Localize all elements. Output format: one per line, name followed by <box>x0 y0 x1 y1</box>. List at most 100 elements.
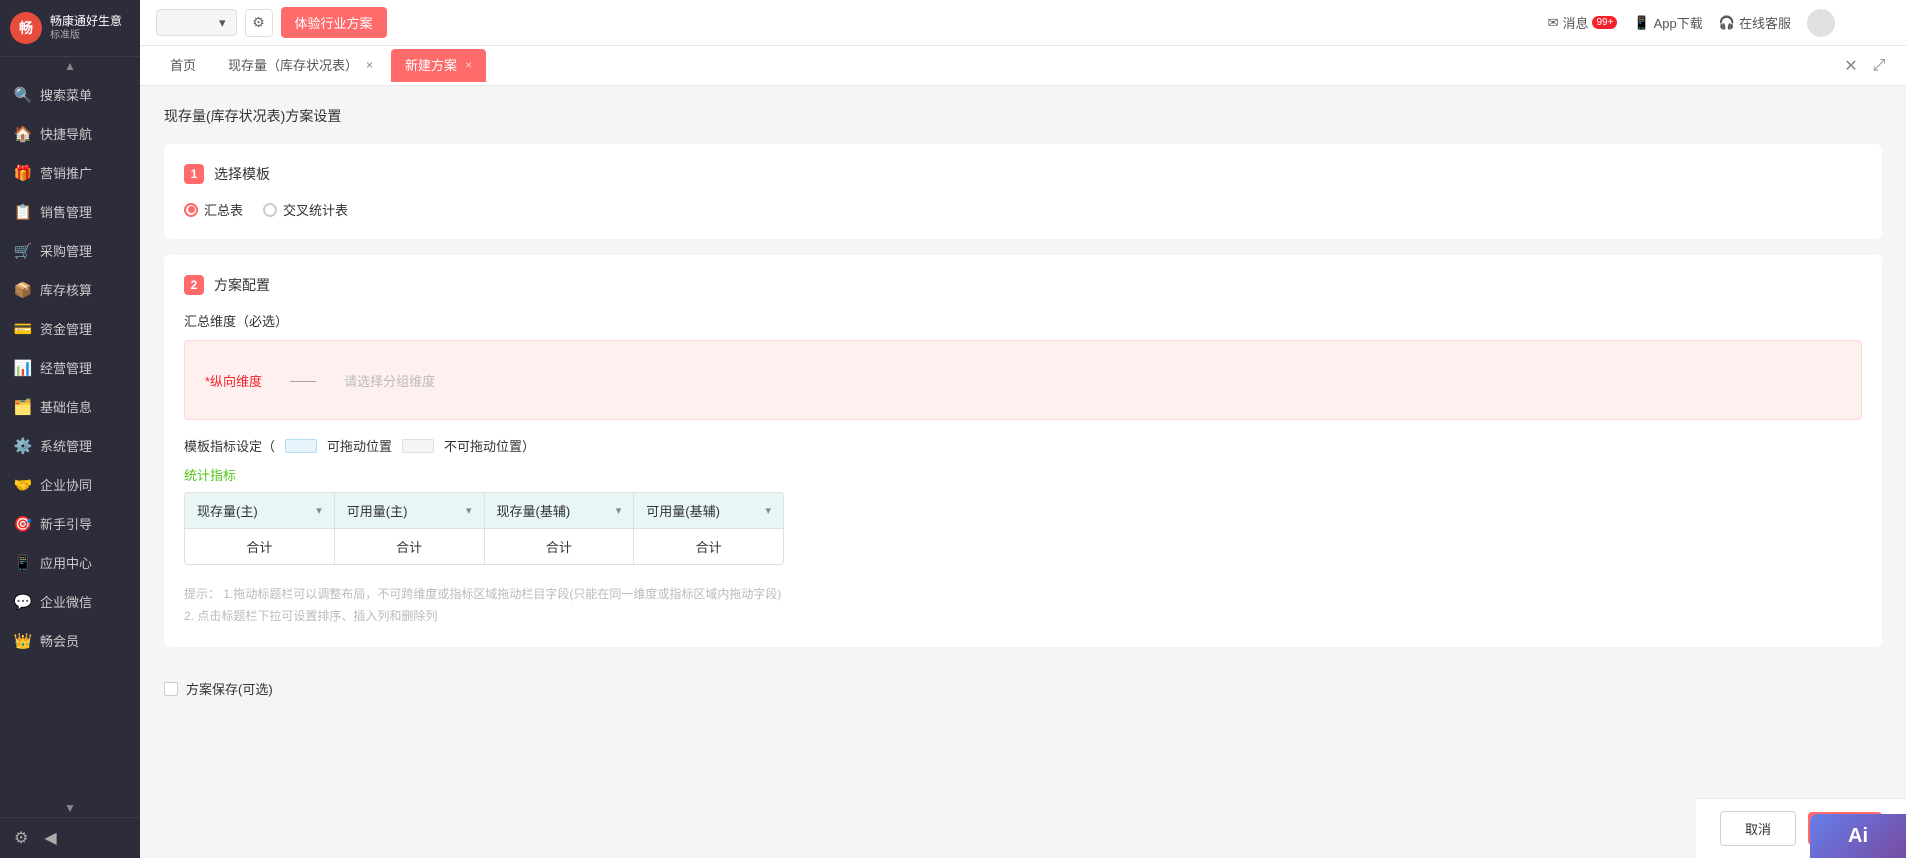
step2-title: 方案配置 <box>214 275 270 295</box>
tab-home[interactable]: 首页 <box>156 49 210 82</box>
sidebar-scroll-down[interactable]: ▼ <box>0 799 140 817</box>
stats-cell-0-3: 合计 <box>634 529 783 564</box>
topbar-left: ▾ ⚙ 体验行业方案 <box>156 7 1536 38</box>
step2-header: 2 方案配置 <box>184 275 1862 295</box>
message-btn[interactable]: ✉ 消息 99+ <box>1548 13 1618 32</box>
appcenter-icon: 📱 <box>14 554 32 572</box>
window-expand-btn[interactable]: ⤢ <box>1868 55 1890 77</box>
scheme-text <box>167 14 215 31</box>
stats-col-header-0[interactable]: 现存量(主) ▾ <box>185 493 335 528</box>
save-row: 方案保存(可选) <box>164 663 1882 714</box>
stats-table-header: 现存量(主) ▾ 可用量(主) ▾ 现存量(基辅) ▾ <box>185 493 783 528</box>
indicator-settings-label: 模板指标设定（ 可拖动位置 不可拖动位置） <box>184 436 1862 455</box>
sidebar-item-wechat[interactable]: 💬 企业微信 <box>0 582 140 621</box>
gear-button[interactable]: ⚙ <box>245 9 273 37</box>
sidebar-item-basic[interactable]: 🗂️ 基础信息 <box>0 387 140 426</box>
chevron-down-icon: ▾ <box>219 15 226 31</box>
sidebar-logo: 畅 畅康通好生意 标准版 <box>0 0 140 57</box>
message-label: 消息 <box>1562 13 1588 32</box>
radio-cross[interactable]: 交叉统计表 <box>263 200 348 219</box>
draggable-legend <box>285 439 317 453</box>
scheme-selector[interactable]: ▾ <box>156 9 237 36</box>
dimension-required: *纵向维度 <box>205 371 262 390</box>
sidebar-item-label: 系统管理 <box>40 436 92 455</box>
sidebar-bottom: ⚙ ◀ <box>0 817 140 858</box>
inventory-icon: 📦 <box>14 281 32 299</box>
stats-col-header-1[interactable]: 可用量(主) ▾ <box>335 493 485 528</box>
undraggable-legend <box>402 439 434 453</box>
radio-summary[interactable]: 汇总表 <box>184 200 243 219</box>
save-label: 方案保存(可选) <box>186 679 273 698</box>
stats-col-header-2[interactable]: 现存量(基辅) ▾ <box>485 493 635 528</box>
sidebar-scroll-up[interactable]: ▲ <box>0 57 140 75</box>
sidebar-item-label: 应用中心 <box>40 553 92 572</box>
sidebar-item-finance[interactable]: 💳 资金管理 <box>0 309 140 348</box>
sidebar-item-label: 销售管理 <box>40 202 92 221</box>
sidebar-item-shortcut[interactable]: 🏠 快捷导航 <box>0 114 140 153</box>
draggable-label: 可拖动位置 <box>327 436 392 455</box>
col-header-label-3: 可用量(基辅) <box>646 501 720 520</box>
message-badge: 99+ <box>1592 16 1617 29</box>
app-download-btn[interactable]: 📱 App下载 <box>1633 13 1702 32</box>
main-area: ▾ ⚙ 体验行业方案 ✉ 消息 99+ 📱 App下载 🎧 在线客服 <box>140 0 1906 858</box>
page-title: 现存量(库存状况表)方案设置 <box>164 106 1882 126</box>
sidebar-item-operation[interactable]: 📊 经营管理 <box>0 348 140 387</box>
window-close-btn[interactable]: ✕ <box>1840 55 1862 77</box>
basic-icon: 🗂️ <box>14 398 32 416</box>
sidebar-item-label: 搜索菜单 <box>40 85 92 104</box>
settings-icon[interactable]: ⚙ <box>14 828 28 848</box>
chevron-down-icon-0: ▾ <box>316 504 322 517</box>
app-download-label: App下载 <box>1654 13 1703 32</box>
tab-inventory[interactable]: 现存量（库存状况表） × <box>214 49 387 82</box>
sidebar-item-sales[interactable]: 📋 销售管理 <box>0 192 140 231</box>
logo-text: 畅康通好生意 标准版 <box>50 14 122 43</box>
dimension-box[interactable]: *纵向维度 —— 请选择分组维度 <box>184 340 1862 420</box>
sidebar-item-newguide[interactable]: 🎯 新手引导 <box>0 504 140 543</box>
sidebar-item-appcenter[interactable]: 📱 应用中心 <box>0 543 140 582</box>
tab-new-scheme-close[interactable]: × <box>465 58 472 72</box>
ai-float-button[interactable]: Ai <box>1810 814 1906 858</box>
tips-section: 提示： 1.拖动标题栏可以调整布局，不可跨维度或指标区域拖动栏目字段(只能在同一… <box>184 584 1862 627</box>
save-checkbox[interactable] <box>164 682 178 696</box>
tab-new-scheme[interactable]: 新建方案 × <box>391 49 486 82</box>
search-icon: 🔍 <box>14 86 32 104</box>
radio-cross-label: 交叉统计表 <box>283 200 348 219</box>
dimension-dash: —— <box>290 373 316 388</box>
sidebar-item-marketing[interactable]: 🎁 营销推广 <box>0 153 140 192</box>
collapse-icon[interactable]: ◀ <box>44 828 56 848</box>
sidebar-item-enterprise[interactable]: 🤝 企业协同 <box>0 465 140 504</box>
tab-inventory-close[interactable]: × <box>366 58 373 72</box>
sidebar-item-system[interactable]: ⚙️ 系统管理 <box>0 426 140 465</box>
tab-new-scheme-label: 新建方案 <box>405 55 457 74</box>
sidebar-item-search[interactable]: 🔍 搜索菜单 <box>0 75 140 114</box>
stats-col-header-3[interactable]: 可用量(基辅) ▾ <box>634 493 783 528</box>
radio-summary-circle <box>184 203 198 217</box>
tab-home-label: 首页 <box>170 55 196 74</box>
sidebar-item-member[interactable]: 👑 畅会员 <box>0 621 140 660</box>
home-icon: 🏠 <box>14 125 32 143</box>
tip-line-0: 提示： 1.拖动标题栏可以调整布局，不可跨维度或指标区域拖动栏目字段(只能在同一… <box>184 584 1862 606</box>
step1-header: 1 选择模板 <box>184 164 1862 184</box>
username[interactable] <box>1851 13 1890 32</box>
logo-sub-text: 标准版 <box>50 29 122 42</box>
finance-icon: 💳 <box>14 320 32 338</box>
sidebar-item-inventory[interactable]: 📦 库存核算 <box>0 270 140 309</box>
logo-icon: 畅 <box>10 12 42 44</box>
operation-icon: 📊 <box>14 359 32 377</box>
sidebar-item-label: 畅会员 <box>40 631 79 650</box>
topbar-right: ✉ 消息 99+ 📱 App下载 🎧 在线客服 <box>1548 9 1890 37</box>
wechat-icon: 💬 <box>14 593 32 611</box>
sidebar-item-label: 企业微信 <box>40 592 92 611</box>
tabs-bar: 首页 现存量（库存状况表） × 新建方案 × ✕ ⤢ <box>140 46 1906 86</box>
avatar[interactable] <box>1807 9 1835 37</box>
cancel-button[interactable]: 取消 <box>1720 811 1796 846</box>
sidebar-item-purchase[interactable]: 🛒 采购管理 <box>0 231 140 270</box>
service-btn[interactable]: 🎧 在线客服 <box>1719 13 1791 32</box>
chevron-down-icon-3: ▾ <box>765 504 771 517</box>
tab-inventory-label: 现存量（库存状况表） <box>228 55 358 74</box>
topbar: ▾ ⚙ 体验行业方案 ✉ 消息 99+ 📱 App下载 🎧 在线客服 <box>140 0 1906 46</box>
chevron-down-icon-1: ▾ <box>466 504 472 517</box>
step1-badge: 1 <box>184 164 204 184</box>
sidebar-item-label: 快捷导航 <box>40 124 92 143</box>
industry-btn[interactable]: 体验行业方案 <box>281 7 387 38</box>
